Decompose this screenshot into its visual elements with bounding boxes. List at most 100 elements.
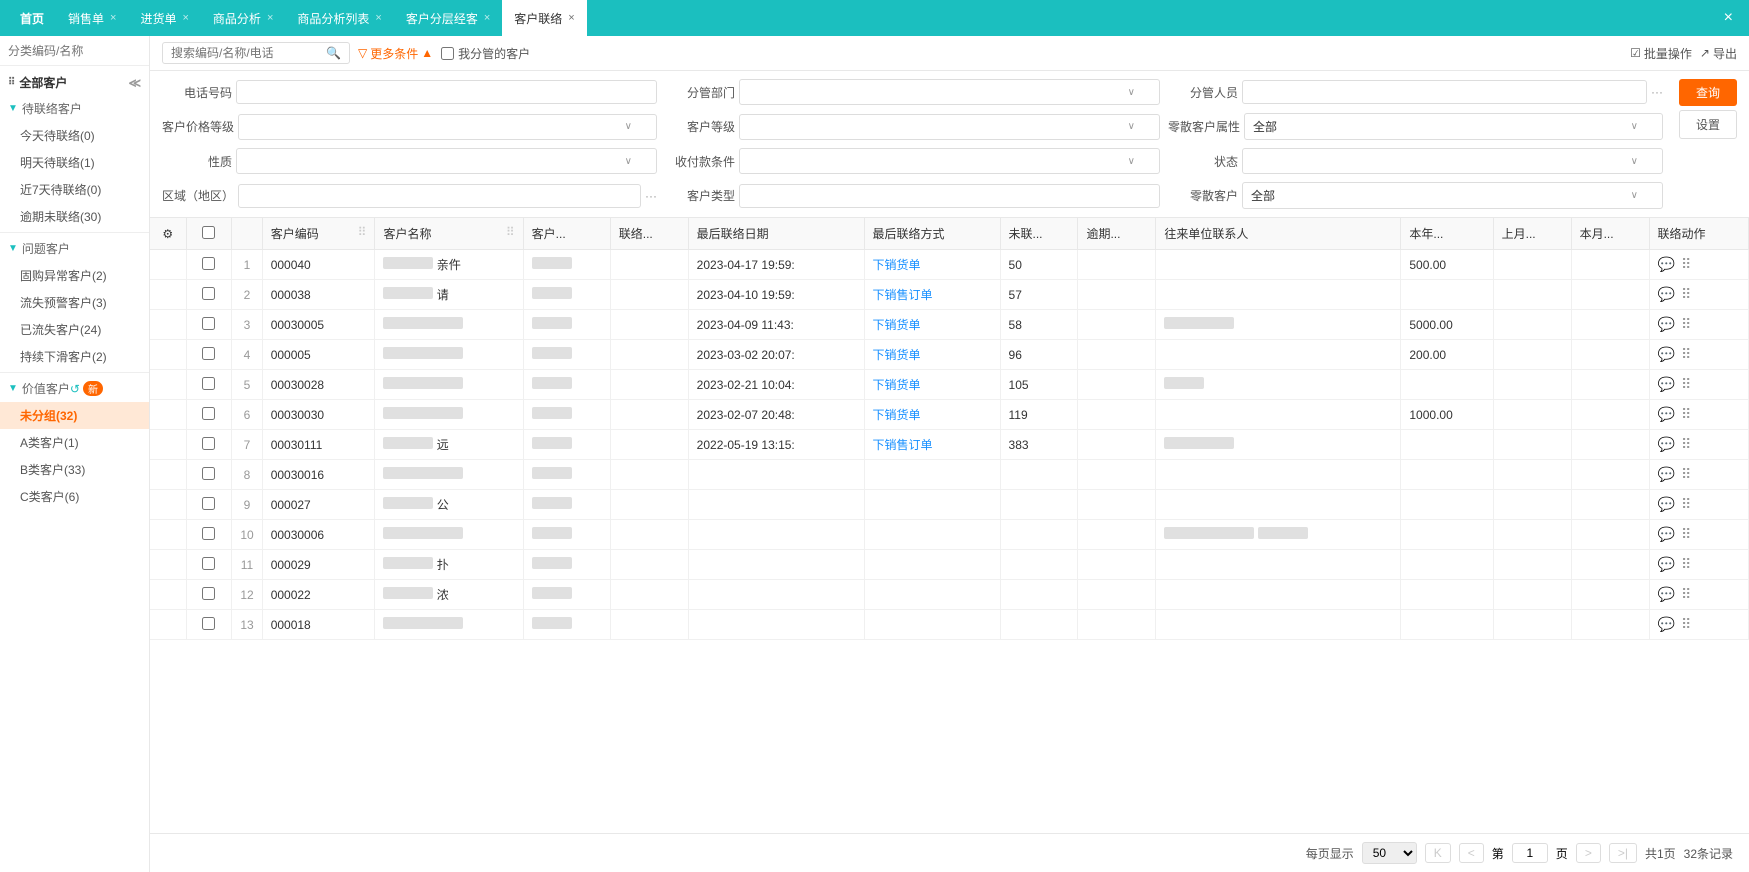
nav-product-analysis-list-close[interactable]: ×	[375, 12, 381, 24]
row-checkbox[interactable]	[202, 617, 215, 630]
col-resizer-name[interactable]: ⠿	[506, 225, 515, 239]
row-checkbox[interactable]	[202, 467, 215, 480]
row-checkbox[interactable]	[202, 317, 215, 330]
my-customers-checkbox[interactable]	[441, 47, 454, 60]
contact-way-link[interactable]: 下销货单	[873, 378, 921, 392]
row-checkbox[interactable]	[202, 497, 215, 510]
grid-action-icon[interactable]: ⠿	[1681, 376, 1691, 393]
sidebar-group-value[interactable]: ▼ 价值客户 ↺ 新	[0, 375, 149, 402]
grid-action-icon[interactable]: ⠿	[1681, 286, 1691, 303]
grid-action-icon[interactable]: ⠿	[1681, 436, 1691, 453]
refresh-icon[interactable]: ↺	[70, 382, 80, 396]
grid-action-icon[interactable]: ⠿	[1681, 256, 1691, 273]
sidebar-all-customers[interactable]: ⠿ 全部客户 ≪	[0, 66, 149, 95]
chat-icon[interactable]: 💬	[1658, 436, 1675, 453]
nav-product-analysis-close[interactable]: ×	[267, 12, 273, 24]
main-search-icon[interactable]: 🔍	[326, 46, 341, 60]
manager-input[interactable]	[1242, 80, 1647, 104]
contact-way-link[interactable]: 下销货单	[873, 348, 921, 362]
reset-button[interactable]: 设置	[1679, 110, 1737, 139]
select-all-checkbox[interactable]	[202, 226, 215, 239]
sidebar-item-lost[interactable]: 已流失客户(24)	[0, 316, 149, 343]
row-checkbox[interactable]	[202, 587, 215, 600]
nav-sales[interactable]: 销售单 ×	[56, 0, 128, 36]
grid-action-icon[interactable]: ⠿	[1681, 496, 1691, 513]
more-conditions-btn[interactable]: ▽ 更多条件 ▲	[358, 45, 433, 62]
nav-customer-contact-close[interactable]: ×	[568, 12, 574, 24]
region-input[interactable]	[238, 184, 641, 208]
sidebar-item-today[interactable]: 今天待联络(0)	[0, 122, 149, 149]
grid-action-icon[interactable]: ⠿	[1681, 346, 1691, 363]
grid-action-icon[interactable]: ⠿	[1681, 466, 1691, 483]
chat-icon[interactable]: 💬	[1658, 616, 1675, 633]
sidebar-search-input[interactable]	[8, 44, 150, 58]
grid-action-icon[interactable]: ⠿	[1681, 316, 1691, 333]
collapse-icon[interactable]: ≪	[128, 76, 141, 90]
page-size-select[interactable]: 50 100 200	[1362, 842, 1417, 864]
chat-icon[interactable]: 💬	[1658, 406, 1675, 423]
my-customers-checkbox-label[interactable]: 我分管的客户	[441, 45, 530, 62]
dept-select[interactable]: ∨	[739, 79, 1160, 105]
col-resizer-code[interactable]: ⠿	[358, 225, 367, 239]
nav-customer-segment[interactable]: 客户分层经客 ×	[394, 0, 502, 36]
sidebar-item-class-c[interactable]: C类客户(6)	[0, 483, 149, 510]
sidebar-item-7days[interactable]: 近7天待联络(0)	[0, 176, 149, 203]
price-level-select[interactable]: ∨	[238, 114, 657, 140]
row-checkbox[interactable]	[202, 377, 215, 390]
chat-icon[interactable]: 💬	[1658, 466, 1675, 483]
batch-op-btn[interactable]: ☑ 批量操作	[1630, 45, 1692, 62]
close-all-button[interactable]: ×	[1716, 9, 1741, 27]
sidebar-item-class-a[interactable]: A类客户(1)	[0, 429, 149, 456]
chat-icon[interactable]: 💬	[1658, 286, 1675, 303]
sidebar-item-declining[interactable]: 持续下滑客户(2)	[0, 343, 149, 370]
nav-product-analysis[interactable]: 商品分析 ×	[201, 0, 285, 36]
grid-action-icon[interactable]: ⠿	[1681, 556, 1691, 573]
contact-way-link[interactable]: 下销货单	[873, 318, 921, 332]
grid-action-icon[interactable]: ⠿	[1681, 406, 1691, 423]
manager-dots-icon[interactable]: ···	[1651, 85, 1663, 99]
first-page-btn[interactable]: K	[1425, 843, 1451, 863]
nav-product-analysis-list[interactable]: 商品分析列表 ×	[285, 0, 393, 36]
settings-column-header[interactable]: ⚙	[150, 218, 186, 250]
chat-icon[interactable]: 💬	[1658, 316, 1675, 333]
nav-purchase-close[interactable]: ×	[182, 12, 188, 24]
grid-action-icon[interactable]: ⠿	[1681, 586, 1691, 603]
sidebar-group-pending[interactable]: ▼ 待联络客户	[0, 95, 149, 122]
retail-attr-select[interactable]: 全部 ∨	[1244, 113, 1663, 140]
row-checkbox[interactable]	[202, 287, 215, 300]
chat-icon[interactable]: 💬	[1658, 256, 1675, 273]
grid-action-icon[interactable]: ⠿	[1681, 526, 1691, 543]
contact-way-link[interactable]: 下销货单	[873, 258, 921, 272]
sidebar-item-abnormal[interactable]: 固购异常客户(2)	[0, 262, 149, 289]
chat-icon[interactable]: 💬	[1658, 496, 1675, 513]
prev-page-btn[interactable]: <	[1459, 843, 1484, 863]
status-select[interactable]: ∨	[1242, 148, 1663, 174]
row-checkbox[interactable]	[202, 437, 215, 450]
chat-icon[interactable]: 💬	[1658, 526, 1675, 543]
nav-customer-segment-close[interactable]: ×	[484, 12, 490, 24]
nav-sales-close[interactable]: ×	[110, 12, 116, 24]
next-page-btn[interactable]: >	[1576, 843, 1601, 863]
chat-icon[interactable]: 💬	[1658, 586, 1675, 603]
contact-way-link[interactable]: 下销售订单	[873, 288, 933, 302]
chat-icon[interactable]: 💬	[1658, 556, 1675, 573]
last-page-btn[interactable]: >|	[1609, 843, 1637, 863]
sidebar-item-overdue[interactable]: 逾期未联络(30)	[0, 203, 149, 230]
row-checkbox[interactable]	[202, 557, 215, 570]
customer-type-input[interactable]	[739, 184, 1160, 208]
contact-way-link[interactable]: 下销售订单	[873, 438, 933, 452]
main-search-input[interactable]	[171, 46, 326, 60]
sidebar-group-problem[interactable]: ▼ 问题客户	[0, 235, 149, 262]
contact-way-link[interactable]: 下销货单	[873, 408, 921, 422]
nav-customer-contact[interactable]: 客户联络 ×	[502, 0, 586, 36]
sidebar-item-class-b[interactable]: B类客户(33)	[0, 456, 149, 483]
export-btn[interactable]: ↗ 导出	[1700, 45, 1737, 62]
row-checkbox[interactable]	[202, 527, 215, 540]
row-checkbox[interactable]	[202, 407, 215, 420]
sidebar-item-ungroup[interactable]: 未分组(32)	[0, 402, 149, 429]
retail-customer-select[interactable]: 全部 ∨	[1242, 182, 1663, 209]
nav-purchase[interactable]: 进货单 ×	[128, 0, 200, 36]
name-column-header[interactable]: 客户名称 ⠿	[375, 218, 523, 250]
nature-select[interactable]: ∨	[236, 148, 657, 174]
grid-action-icon[interactable]: ⠿	[1681, 616, 1691, 633]
